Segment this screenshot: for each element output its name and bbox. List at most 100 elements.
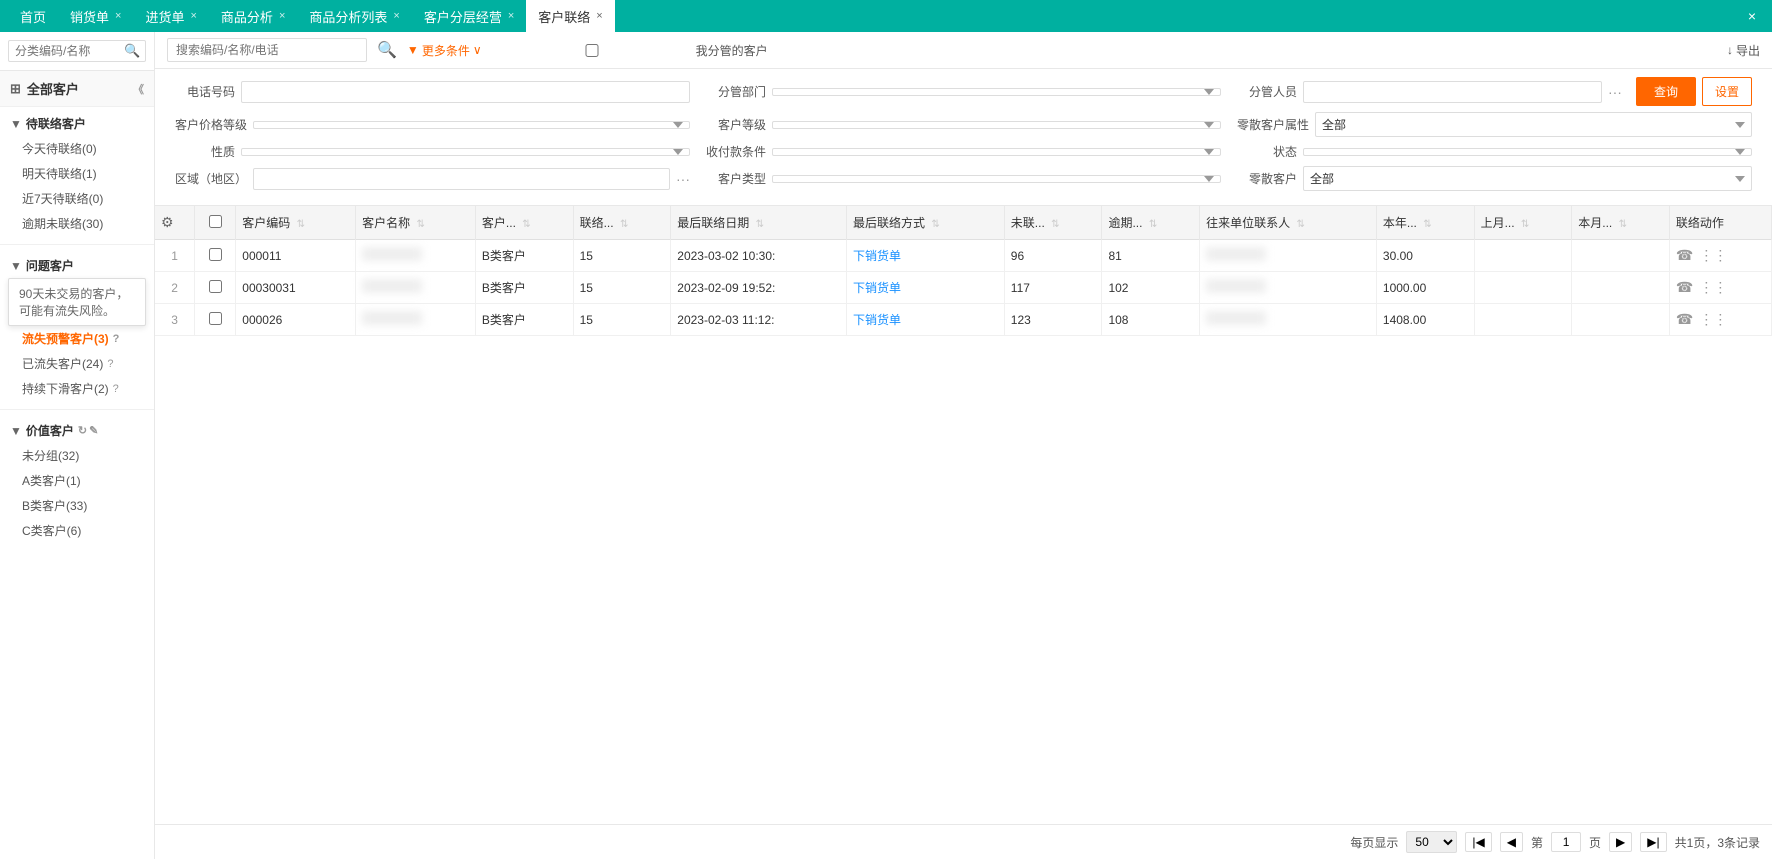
phone-input[interactable] [241, 81, 690, 103]
last-contact-type[interactable]: 下销货单 [847, 272, 1005, 304]
row-checkbox[interactable] [209, 280, 222, 293]
my-customers-check[interactable] [492, 44, 692, 57]
search-button[interactable]: 🔍 [377, 40, 397, 60]
more-action-icon[interactable]: ⋮⋮ [1699, 247, 1727, 264]
tab-sales-order[interactable]: 销货单 × [58, 0, 133, 32]
refresh-icon[interactable]: ↻ [78, 424, 87, 437]
overdue-days: 102 [1102, 272, 1200, 304]
manager-input[interactable] [1303, 81, 1602, 103]
filter-dept: 分管部门 [698, 83, 1229, 100]
search-bar: 🔍 ▼ 更多条件 ∨ 我分管的客户 ↓ 导出 [155, 32, 1772, 69]
sidebar-item-today[interactable]: 今天待联络(0) [0, 136, 154, 161]
region-label: 区域（地区） [175, 170, 247, 187]
region-input[interactable] [253, 168, 670, 190]
select-all-checkbox[interactable] [209, 215, 222, 228]
tooltip-churning: 90天未交易的客户，可能有流失风险。 [8, 278, 146, 326]
last-page-button[interactable]: ▶| [1640, 832, 1666, 852]
next-page-button[interactable]: ▶ [1609, 832, 1632, 852]
this-year-amount: 30.00 [1376, 240, 1474, 272]
sidebar-item-ungrouped[interactable]: 未分组(32) [0, 443, 154, 468]
table-row: 3 000026 B类客户 15 2023-02-03 11:12: 下销货单 … [155, 304, 1772, 336]
section-title-value[interactable]: ▼ 价值客户 ↻ ✎ [0, 418, 154, 443]
more-btn-icon[interactable]: ··· [1608, 84, 1622, 100]
retail-attr-select[interactable]: 全部 [1315, 112, 1752, 137]
settings-icon[interactable]: ⚙ [161, 214, 174, 230]
nature-select[interactable] [241, 148, 690, 156]
first-page-button[interactable]: |◀ [1465, 832, 1491, 852]
query-button[interactable]: 查询 [1636, 77, 1696, 106]
sidebar-item-7days[interactable]: 近7天待联络(0) [0, 186, 154, 211]
row-number: 2 [155, 272, 195, 304]
tab-customer-contact[interactable]: 客户联络 × [526, 0, 614, 32]
filter-nature: 性质 [167, 143, 698, 160]
sidebar-section-value: ▼ 价值客户 ↻ ✎ 未分组(32) A类客户(1) B类客户(33) C类客户… [0, 414, 154, 547]
row-number: 1 [155, 240, 195, 272]
row-checkbox[interactable] [209, 248, 222, 261]
sidebar-section-pending: ▼ 待联络客户 今天待联络(0) 明天待联络(1) 近7天待联络(0) 逾期未联… [0, 107, 154, 240]
more-filter-button[interactable]: ▼ 更多条件 ∨ [407, 42, 482, 59]
sort-icon: ⇅ [416, 219, 424, 230]
th-this-year: 本年... ⇅ [1376, 206, 1474, 240]
content-area: 🔍 ▼ 更多条件 ∨ 我分管的客户 ↓ 导出 电话号码 [155, 32, 1772, 859]
phone-action-icon[interactable]: ☎ [1676, 247, 1693, 264]
sidebar-item-churn-warning[interactable]: 流失预警客户(3) ? [0, 326, 154, 351]
tab-close-icon[interactable]: × [279, 10, 285, 22]
phone-action-icon[interactable]: ☎ [1676, 279, 1693, 296]
tab-close-icon[interactable]: × [596, 10, 602, 22]
tab-close-icon[interactable]: × [393, 10, 399, 22]
status-label: 状态 [1237, 143, 1297, 160]
last-contact-date: 2023-03-02 10:30: [671, 240, 847, 272]
last-contact-date: 2023-02-09 19:52: [671, 272, 847, 304]
tab-purchase-order[interactable]: 进货单 × [133, 0, 208, 32]
close-all-button[interactable]: × [1740, 8, 1764, 24]
prev-page-button[interactable]: ◀ [1500, 832, 1523, 852]
last-contact-type[interactable]: 下销货单 [847, 240, 1005, 272]
sidebar-item-churned[interactable]: 已流失客户(24) ? [0, 351, 154, 376]
my-customers-checkbox[interactable]: 我分管的客户 [492, 42, 768, 59]
filter-customer-tier: 客户等级 [698, 116, 1229, 133]
sidebar-item-tomorrow[interactable]: 明天待联络(1) [0, 161, 154, 186]
all-customers-item[interactable]: ⊞ 全部客户 《 [0, 71, 154, 107]
more-action-icon[interactable]: ⋮⋮ [1699, 279, 1727, 296]
more-action-icon[interactable]: ⋮⋮ [1699, 311, 1727, 328]
price-tier-select[interactable] [253, 121, 690, 129]
export-button[interactable]: ↓ 导出 [1727, 42, 1760, 59]
sidebar-item-overdue[interactable]: 逾期未联络(30) [0, 211, 154, 236]
sidebar-item-class-c[interactable]: C类客户(6) [0, 518, 154, 543]
sidebar-item-declining[interactable]: 持续下滑客户(2) ? [0, 376, 154, 401]
page-unit: 页 [1589, 834, 1601, 851]
payment-select[interactable] [772, 148, 1221, 156]
edit-icon[interactable]: ✎ [89, 424, 98, 437]
chevron-down-icon: ∨ [473, 43, 482, 57]
action-cell: ☎ ⋮⋮ [1669, 272, 1771, 304]
customer-type-select[interactable] [772, 175, 1221, 183]
phone-action-icon[interactable]: ☎ [1676, 311, 1693, 328]
arrow-icon: ▼ [10, 117, 22, 131]
tab-close-icon[interactable]: × [508, 10, 514, 22]
tab-close-icon[interactable]: × [115, 10, 121, 22]
home-tab[interactable]: 首页 [8, 7, 58, 26]
customer-tier-select[interactable] [772, 121, 1221, 129]
section-title-pending[interactable]: ▼ 待联络客户 [0, 111, 154, 136]
per-page-select[interactable]: 50 100 200 [1406, 831, 1457, 853]
tab-product-analysis[interactable]: 商品分析 × [209, 0, 297, 32]
unlink-days: 123 [1004, 304, 1102, 336]
settings-button[interactable]: 设置 [1702, 77, 1752, 106]
this-month-amount [1572, 304, 1670, 336]
page-input[interactable] [1551, 832, 1581, 852]
tab-customer-tier[interactable]: 客户分层经营 × [412, 0, 526, 32]
sidebar-item-class-b[interactable]: B类客户(33) [0, 493, 154, 518]
status-select[interactable] [1303, 148, 1752, 156]
sidebar-item-class-a[interactable]: A类客户(1) [0, 468, 154, 493]
search-input[interactable] [167, 38, 367, 62]
tab-close-icon[interactable]: × [190, 10, 196, 22]
contact-count: 15 [573, 240, 671, 272]
retail-customer-select[interactable]: 全部 [1303, 166, 1752, 191]
tab-product-analysis-list[interactable]: 商品分析列表 × [297, 0, 411, 32]
section-title-problem[interactable]: ▼ 问题客户 [0, 253, 154, 278]
last-contact-type[interactable]: 下销货单 [847, 304, 1005, 336]
dept-select[interactable] [772, 88, 1221, 96]
row-checkbox[interactable] [209, 312, 222, 325]
region-more-icon[interactable]: ··· [676, 171, 690, 187]
sidebar-search-area: 🔍 [0, 32, 154, 71]
